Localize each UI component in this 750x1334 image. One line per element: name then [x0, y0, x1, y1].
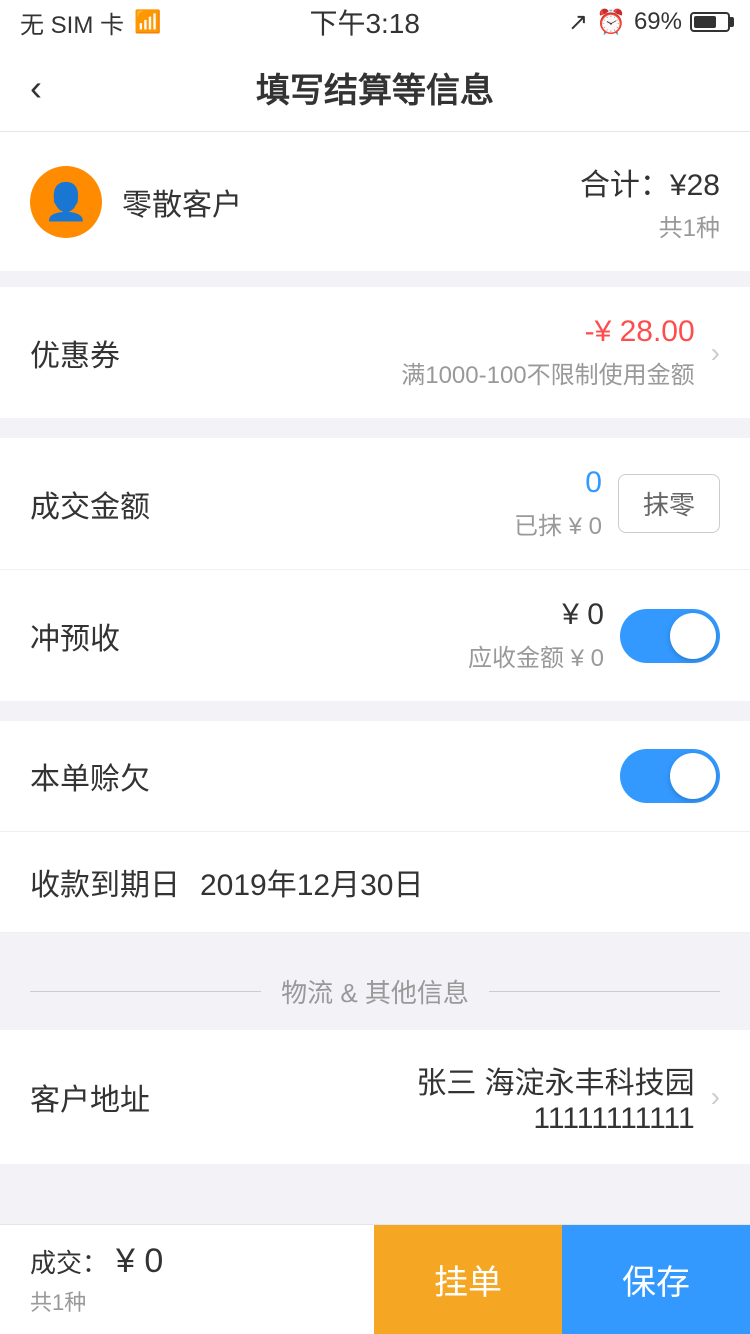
bottom-bar: 成交： ¥ 0 共1种 挂单 保存	[0, 1224, 750, 1334]
prepayment-value-col: ¥ 0 应收金额 ¥ 0	[468, 598, 604, 673]
debt-toggle[interactable]	[620, 749, 720, 803]
alarm-icon: ⏰	[596, 8, 626, 37]
coupon-discount: -¥ 28.00	[401, 315, 694, 349]
deal-amount-label: 成交金额	[30, 482, 150, 526]
prepayment-row: 冲预收 ¥ 0 应收金额 ¥ 0	[0, 570, 750, 701]
carrier-label: 无 SIM 卡	[20, 5, 124, 40]
separator-2	[0, 701, 750, 721]
prepayment-toggle[interactable]	[620, 609, 720, 663]
total-count: 共1种	[580, 208, 720, 243]
hang-button[interactable]: 挂单	[374, 1225, 562, 1334]
bottom-info: 成交： ¥ 0 共1种	[0, 1242, 374, 1317]
address-section[interactable]: 客户地址 张三 海淀永丰科技园 11111111111 ›	[0, 1030, 750, 1164]
deal-amount-section: 成交金额 0 已抹 ¥ 0 抹零 冲预收 ¥ 0 应收金额 ¥ 0	[0, 438, 750, 701]
debt-row: 本单赊欠	[0, 721, 750, 832]
address-label: 客户地址	[30, 1075, 150, 1119]
deal-amount-right: 0 已抹 ¥ 0 抹零	[514, 466, 720, 541]
address-row[interactable]: 客户地址 张三 海淀永丰科技园 11111111111 ›	[0, 1030, 750, 1164]
nav-bar: ‹ 填写结算等信息	[0, 44, 750, 132]
deal-amount-value-col: 0 已抹 ¥ 0	[514, 466, 602, 541]
coupon-description: 满1000-100不限制使用金额	[401, 355, 694, 390]
status-left: 无 SIM 卡 📶	[20, 5, 161, 40]
bottom-deal-amount: ¥ 0	[116, 1242, 163, 1281]
debt-label: 本单赊欠	[30, 754, 150, 798]
address-chevron-icon: ›	[711, 1081, 720, 1113]
time-label: 下午3:18	[309, 2, 420, 42]
wifi-icon: 📶	[134, 9, 161, 35]
coupon-right: -¥ 28.00 满1000-100不限制使用金额 ›	[401, 315, 720, 390]
location-icon: ↗	[568, 8, 588, 37]
coupon-value-col: -¥ 28.00 满1000-100不限制使用金额	[401, 315, 694, 390]
separator-3	[0, 933, 750, 953]
customer-row: 👤 零散客户 合计：¥28 共1种	[0, 132, 750, 271]
logistics-label: 物流 & 其他信息	[281, 973, 469, 1010]
due-date-label: 收款到期日	[30, 860, 180, 904]
bottom-deal-label: 成交：	[30, 1243, 108, 1280]
divider-line-right	[489, 991, 720, 992]
coupon-row[interactable]: 优惠券 -¥ 28.00 满1000-100不限制使用金额 ›	[0, 287, 750, 418]
total-amount: 合计：¥28	[580, 160, 720, 204]
customer-left: 👤 零散客户	[30, 166, 242, 238]
main-content: 👤 零散客户 合计：¥28 共1种 优惠券 -¥ 28.00 满1000-100…	[0, 132, 750, 1284]
logistics-divider: 物流 & 其他信息	[0, 953, 750, 1030]
deal-amount-value: 0	[514, 466, 602, 500]
customer-section: 👤 零散客户 合计：¥28 共1种	[0, 132, 750, 271]
debt-toggle-circle	[670, 753, 716, 799]
divider-line-left	[30, 991, 261, 992]
prepayment-label: 冲预收	[30, 614, 120, 658]
back-button[interactable]: ‹	[30, 67, 42, 109]
mozero-button[interactable]: 抹零	[618, 474, 720, 533]
page-title: 填写结算等信息	[256, 63, 494, 112]
chevron-right-icon: ›	[711, 337, 720, 369]
debt-section: 本单赊欠 收款到期日 2019年12月30日	[0, 721, 750, 933]
address-value: 张三 海淀永丰科技园 11111111111	[255, 1058, 695, 1136]
prepayment-sub: 应收金额 ¥ 0	[468, 638, 604, 673]
bottom-count: 共1种	[30, 1285, 344, 1317]
bottom-deal-row: 成交： ¥ 0	[30, 1242, 344, 1281]
separator-1	[0, 418, 750, 438]
status-right: ↗ ⏰ 69%	[568, 8, 730, 37]
coupon-label: 优惠券	[30, 331, 120, 375]
toggle-circle	[670, 613, 716, 659]
avatar-icon: 👤	[44, 181, 89, 223]
save-button[interactable]: 保存	[562, 1225, 750, 1334]
prepayment-amount: ¥ 0	[468, 598, 604, 632]
debt-right	[620, 749, 720, 803]
deal-amount-sub: 已抹 ¥ 0	[514, 506, 602, 541]
due-date-row: 收款到期日 2019年12月30日	[0, 832, 750, 933]
customer-name: 零散客户	[122, 180, 242, 224]
avatar: 👤	[30, 166, 102, 238]
customer-right: 合计：¥28 共1种	[580, 160, 720, 243]
address-right: 张三 海淀永丰科技园 11111111111 ›	[255, 1058, 720, 1136]
due-date-value: 2019年12月30日	[200, 860, 423, 904]
deal-amount-row: 成交金额 0 已抹 ¥ 0 抹零	[0, 438, 750, 570]
battery-label: 69%	[634, 8, 682, 36]
coupon-section[interactable]: 优惠券 -¥ 28.00 满1000-100不限制使用金额 ›	[0, 287, 750, 418]
status-bar: 无 SIM 卡 📶 下午3:18 ↗ ⏰ 69%	[0, 0, 750, 44]
battery-icon	[690, 12, 730, 32]
prepayment-right: ¥ 0 应收金额 ¥ 0	[468, 598, 720, 673]
